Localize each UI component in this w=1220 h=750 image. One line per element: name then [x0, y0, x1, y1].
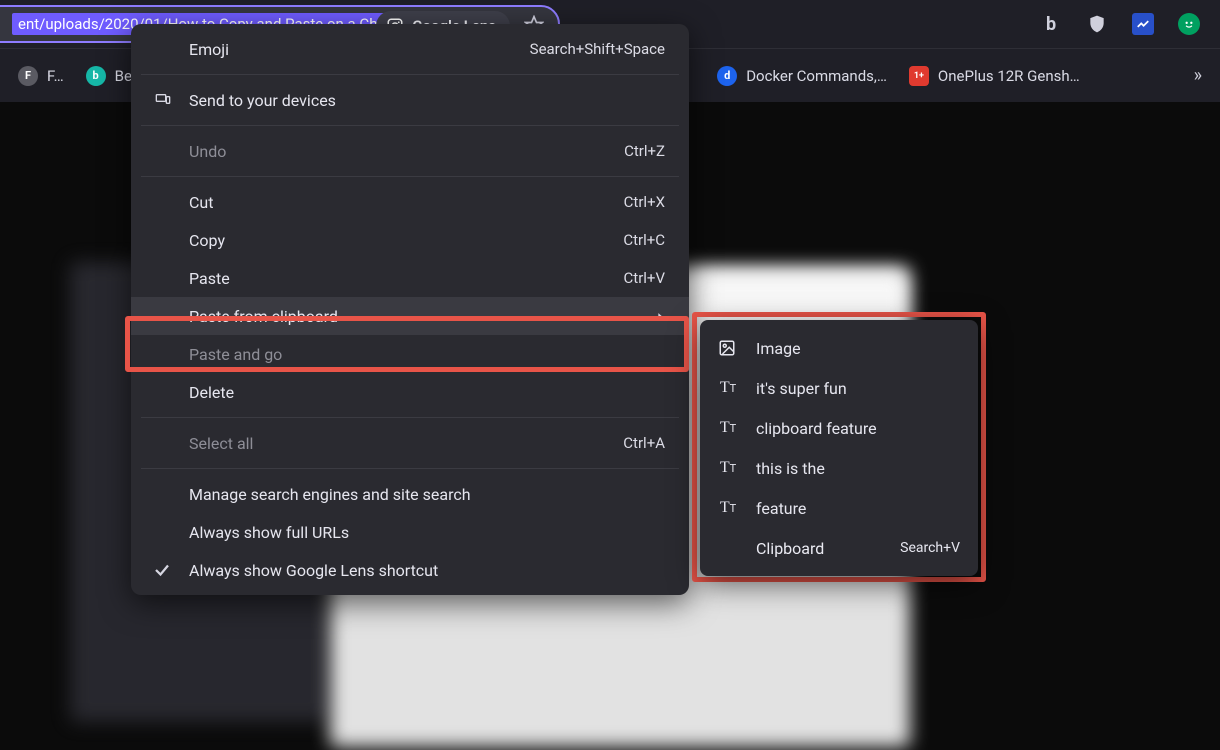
menu-delete[interactable]: Delete — [131, 373, 689, 411]
bookmark-label: F… — [47, 67, 64, 85]
menu-separator — [141, 417, 679, 418]
menu-paste[interactable]: Paste Ctrl+V — [131, 259, 689, 297]
favicon: b — [86, 66, 106, 86]
bookmark-label: Docker Commands,… — [746, 67, 887, 85]
clipboard-item-image[interactable]: Image — [700, 328, 978, 368]
menu-emoji[interactable]: Emoji Search+Shift+Space — [131, 30, 689, 68]
menu-separator — [141, 125, 679, 126]
menu-copy[interactable]: Copy Ctrl+C — [131, 221, 689, 259]
menu-paste-and-go: Paste and go — [131, 335, 689, 373]
menu-send-to-devices[interactable]: Send to your devices — [131, 81, 689, 119]
text-icon: TT — [718, 419, 738, 437]
chart-icon[interactable] — [1132, 13, 1154, 35]
menu-always-show-full-urls[interactable]: Always show full URLs — [131, 513, 689, 551]
clipboard-item-text[interactable]: TT it's super fun — [700, 368, 978, 408]
bookmark-item[interactable]: d Docker Commands,… — [717, 66, 887, 86]
menu-separator — [141, 74, 679, 75]
text-icon: TT — [718, 499, 738, 517]
chevron-right-icon — [655, 309, 665, 323]
clipboard-submenu: Image TT it's super fun TT clipboard fea… — [700, 320, 978, 576]
extension-icons: b — [1040, 13, 1220, 35]
favicon: d — [717, 66, 737, 86]
menu-always-show-lens-shortcut[interactable]: Always show Google Lens shortcut — [131, 551, 689, 589]
menu-paste-from-clipboard[interactable]: Paste from clipboard — [131, 297, 689, 335]
menu-separator — [141, 468, 679, 469]
text-icon: TT — [718, 379, 738, 397]
menu-manage-search-engines[interactable]: Manage search engines and site search — [131, 475, 689, 513]
clipboard-footer[interactable]: • Clipboard Search+V — [700, 528, 978, 568]
bookmark-item[interactable]: 1+ OnePlus 12R Gensh… — [909, 66, 1080, 86]
menu-select-all: Select all Ctrl+A — [131, 424, 689, 462]
clipboard-item-text[interactable]: TT clipboard feature — [700, 408, 978, 448]
menu-undo: Undo Ctrl+Z — [131, 132, 689, 170]
text-icon: TT — [718, 459, 738, 477]
avatar-icon[interactable] — [1178, 13, 1200, 35]
bing-icon[interactable]: b — [1040, 13, 1062, 35]
favicon: 1+ — [909, 66, 929, 86]
clipboard-item-text[interactable]: TT this is the — [700, 448, 978, 488]
check-icon — [153, 561, 177, 579]
bookmark-item[interactable]: F F… — [18, 66, 64, 86]
favicon: F — [18, 66, 38, 86]
bookmark-label: OnePlus 12R Gensh… — [938, 67, 1080, 85]
shield-icon[interactable] — [1086, 13, 1108, 35]
bookmarks-overflow-icon[interactable]: » — [1194, 65, 1202, 86]
clipboard-item-text[interactable]: TT feature — [700, 488, 978, 528]
devices-icon — [153, 92, 177, 108]
context-menu: Emoji Search+Shift+Space Send to your de… — [131, 24, 689, 595]
menu-separator — [141, 176, 679, 177]
image-icon — [718, 339, 738, 357]
menu-cut[interactable]: Cut Ctrl+X — [131, 183, 689, 221]
